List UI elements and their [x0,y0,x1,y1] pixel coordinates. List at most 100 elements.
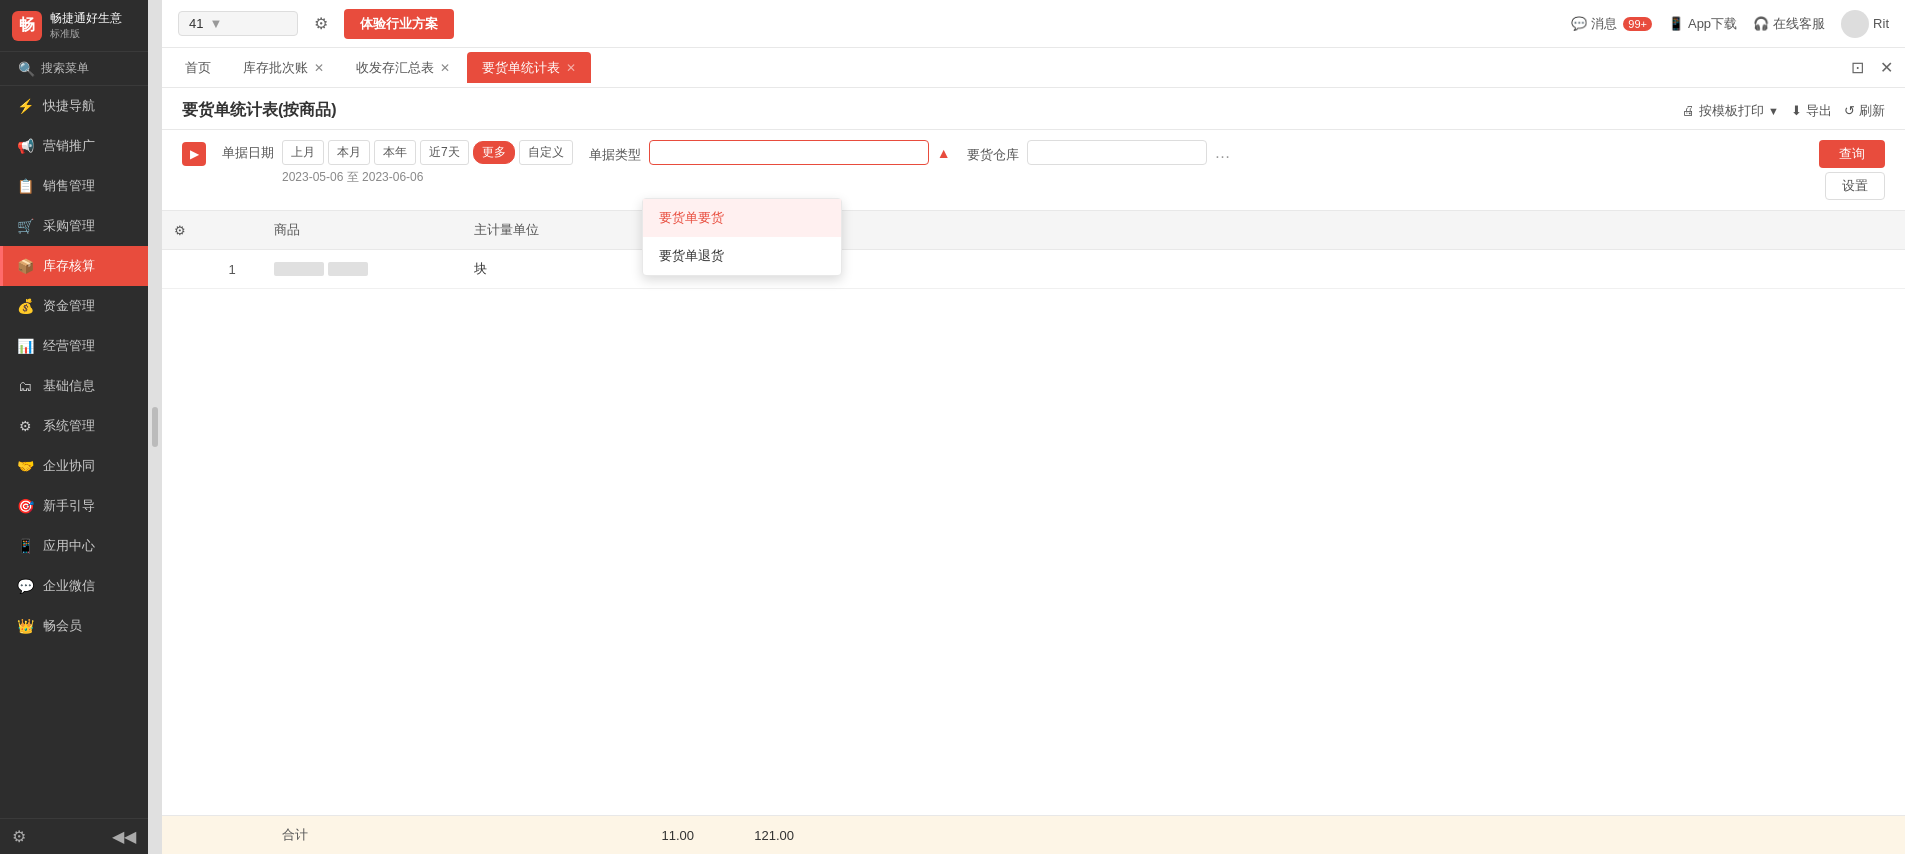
trial-button[interactable]: 体验行业方案 [344,9,454,39]
logo-sub: 标准版 [50,27,122,41]
type-filter-chevron-up-icon[interactable]: ▲ [937,145,951,161]
search-menu-item[interactable]: 🔍 搜索菜单 [0,52,148,86]
tab-receivable-summary-label: 收发存汇总表 [356,59,434,77]
column-settings-icon[interactable]: ⚙ [174,223,186,238]
app-download-action[interactable]: 📱 App下载 [1668,15,1737,33]
sidebar-item-finance[interactable]: 💰 资金管理 [0,286,148,326]
filter-expand-button[interactable]: ▶ [182,142,206,166]
sidebar-item-vip[interactable]: 👑 畅会员 [0,606,148,646]
vip-label: 畅会员 [43,617,82,635]
date-shortcuts: 上月 本月 本年 近7天 更多 自定义 [282,140,573,165]
topbar-right: 💬 消息 99+ 📱 App下载 🎧 在线客服 Rit [1571,10,1889,38]
sidebar-scrollbar[interactable] [148,0,162,854]
date-last-7-days-btn[interactable]: 近7天 [420,140,469,165]
sidebar-item-guide[interactable]: 🎯 新手引导 [0,486,148,526]
user-menu[interactable]: Rit [1841,10,1889,38]
sidebar-item-inventory[interactable]: 📦 库存核算 [0,246,148,286]
page-content: 要货单统计表(按商品) 🖨 按模板打印 ▼ ⬇ 导出 ↺ 刷新 ▶ [162,88,1905,854]
cell-checkbox [162,250,202,289]
logo-name: 畅捷通好生意 [50,10,122,27]
date-last-month-btn[interactable]: 上月 [282,140,324,165]
date-range-display: 2023-05-06 至 2023-06-06 [282,169,573,186]
footer-quantity: 11.00 [594,828,694,843]
refresh-icon: ↺ [1844,103,1855,118]
app-center-icon: 📱 [15,536,35,556]
refresh-label: 刷新 [1859,102,1885,120]
messages-action[interactable]: 💬 消息 99+ [1571,15,1652,33]
tab-home[interactable]: 首页 [170,52,226,83]
cooperation-label: 企业协同 [43,457,95,475]
th-settings[interactable]: ⚙ [162,211,202,250]
topbar: 41 ▼ ⚙ 体验行业方案 💬 消息 99+ 📱 App下载 🎧 在线客服 [162,0,1905,48]
refresh-button[interactable]: ↺ 刷新 [1844,102,1885,120]
marketing-label: 营销推广 [43,137,95,155]
tab-inventory-batch[interactable]: 库存批次账 ✕ [228,52,339,83]
product-placeholder [274,262,450,276]
table-area: ⚙ 商品 主计量单位 主数量 零售金额 1 [162,211,1905,815]
date-this-year-btn[interactable]: 本年 [374,140,416,165]
print-template-button[interactable]: 🖨 按模板打印 ▼ [1682,102,1779,120]
type-filter-input[interactable] [649,140,929,165]
date-custom-btn[interactable]: 自定义 [519,140,573,165]
settings-icon[interactable]: ⚙ [12,827,26,846]
tab-receivable-summary[interactable]: 收发存汇总表 ✕ [341,52,465,83]
collapse-icon[interactable]: ◀◀ [112,827,136,846]
tab-receivable-summary-close[interactable]: ✕ [440,61,450,75]
export-button[interactable]: ⬇ 导出 [1791,102,1832,120]
cell-product [262,250,462,289]
operations-label: 经营管理 [43,337,95,355]
tab-bar: 首页 库存批次账 ✕ 收发存汇总表 ✕ 要货单统计表 ✕ ⊡ ✕ [162,48,1905,88]
sidebar-item-app-center[interactable]: 📱 应用中心 [0,526,148,566]
app-download-label: App下载 [1688,15,1737,33]
table-row: 1 块 11.00 121.00 [162,250,1905,289]
tab-order-stats-close[interactable]: ✕ [566,61,576,75]
sidebar-item-marketing[interactable]: 📢 营销推广 [0,126,148,166]
search-label: 搜索菜单 [41,60,89,77]
logo-area: 畅 畅捷通好生意 标准版 [0,0,148,52]
sidebar-item-operations[interactable]: 📊 经营管理 [0,326,148,366]
sidebar-item-system[interactable]: ⚙ 系统管理 [0,406,148,446]
company-selector[interactable]: 41 ▼ [178,11,298,36]
dropdown-item-return[interactable]: 要货单退货 [643,237,841,275]
quick-nav-icon: ⚡ [15,96,35,116]
warehouse-more-icon[interactable]: … [1215,144,1231,162]
page-title: 要货单统计表(按商品) [182,100,337,121]
search-icon: 🔍 [18,61,35,77]
logo-text-block: 畅捷通好生意 标准版 [50,10,122,41]
tab-close-all-icon[interactable]: ✕ [1876,54,1897,81]
purchase-icon: 🛒 [15,216,35,236]
topbar-gear-icon[interactable]: ⚙ [310,10,332,37]
sidebar-bottom: ⚙ ◀◀ [0,818,148,854]
tab-inventory-batch-label: 库存批次账 [243,59,308,77]
user-avatar [1841,10,1869,38]
tab-inventory-batch-close[interactable]: ✕ [314,61,324,75]
tab-order-stats[interactable]: 要货单统计表 ✕ [467,52,591,83]
sidebar-item-purchase[interactable]: 🛒 采购管理 [0,206,148,246]
date-more-btn[interactable]: 更多 [473,141,515,164]
query-button[interactable]: 查询 [1819,140,1885,168]
sidebar-item-sales[interactable]: 📋 销售管理 [0,166,148,206]
finance-label: 资金管理 [43,297,95,315]
warehouse-filter-input[interactable] [1027,140,1207,165]
user-name: Rit [1873,16,1889,31]
wechat-label: 企业微信 [43,577,95,595]
dropdown-item-order[interactable]: 要货单要货 [643,199,841,237]
online-service-action[interactable]: 🎧 在线客服 [1753,15,1825,33]
table-body: 1 块 11.00 121.00 [162,250,1905,289]
sidebar-item-quick-nav[interactable]: ⚡ 快捷导航 [0,86,148,126]
sidebar-item-basic-info[interactable]: 🗂 基础信息 [0,366,148,406]
system-label: 系统管理 [43,417,95,435]
sidebar-item-cooperation[interactable]: 🤝 企业协同 [0,446,148,486]
phone-icon: 📱 [1668,16,1684,31]
date-this-month-btn[interactable]: 本月 [328,140,370,165]
guide-label: 新手引导 [43,497,95,515]
export-icon: ⬇ [1791,103,1802,118]
sidebar-item-wechat[interactable]: 💬 企业微信 [0,566,148,606]
tab-maximize-icon[interactable]: ⊡ [1847,54,1868,81]
sales-label: 销售管理 [43,177,95,195]
sidebar: 畅 畅捷通好生意 标准版 🔍 搜索菜单 ⚡ 快捷导航 📢 营销推广 📋 销售管理… [0,0,148,854]
basic-info-label: 基础信息 [43,377,95,395]
print-icon: 🖨 [1682,103,1695,118]
settings-button[interactable]: 设置 [1825,172,1885,200]
quick-nav-label: 快捷导航 [43,97,95,115]
